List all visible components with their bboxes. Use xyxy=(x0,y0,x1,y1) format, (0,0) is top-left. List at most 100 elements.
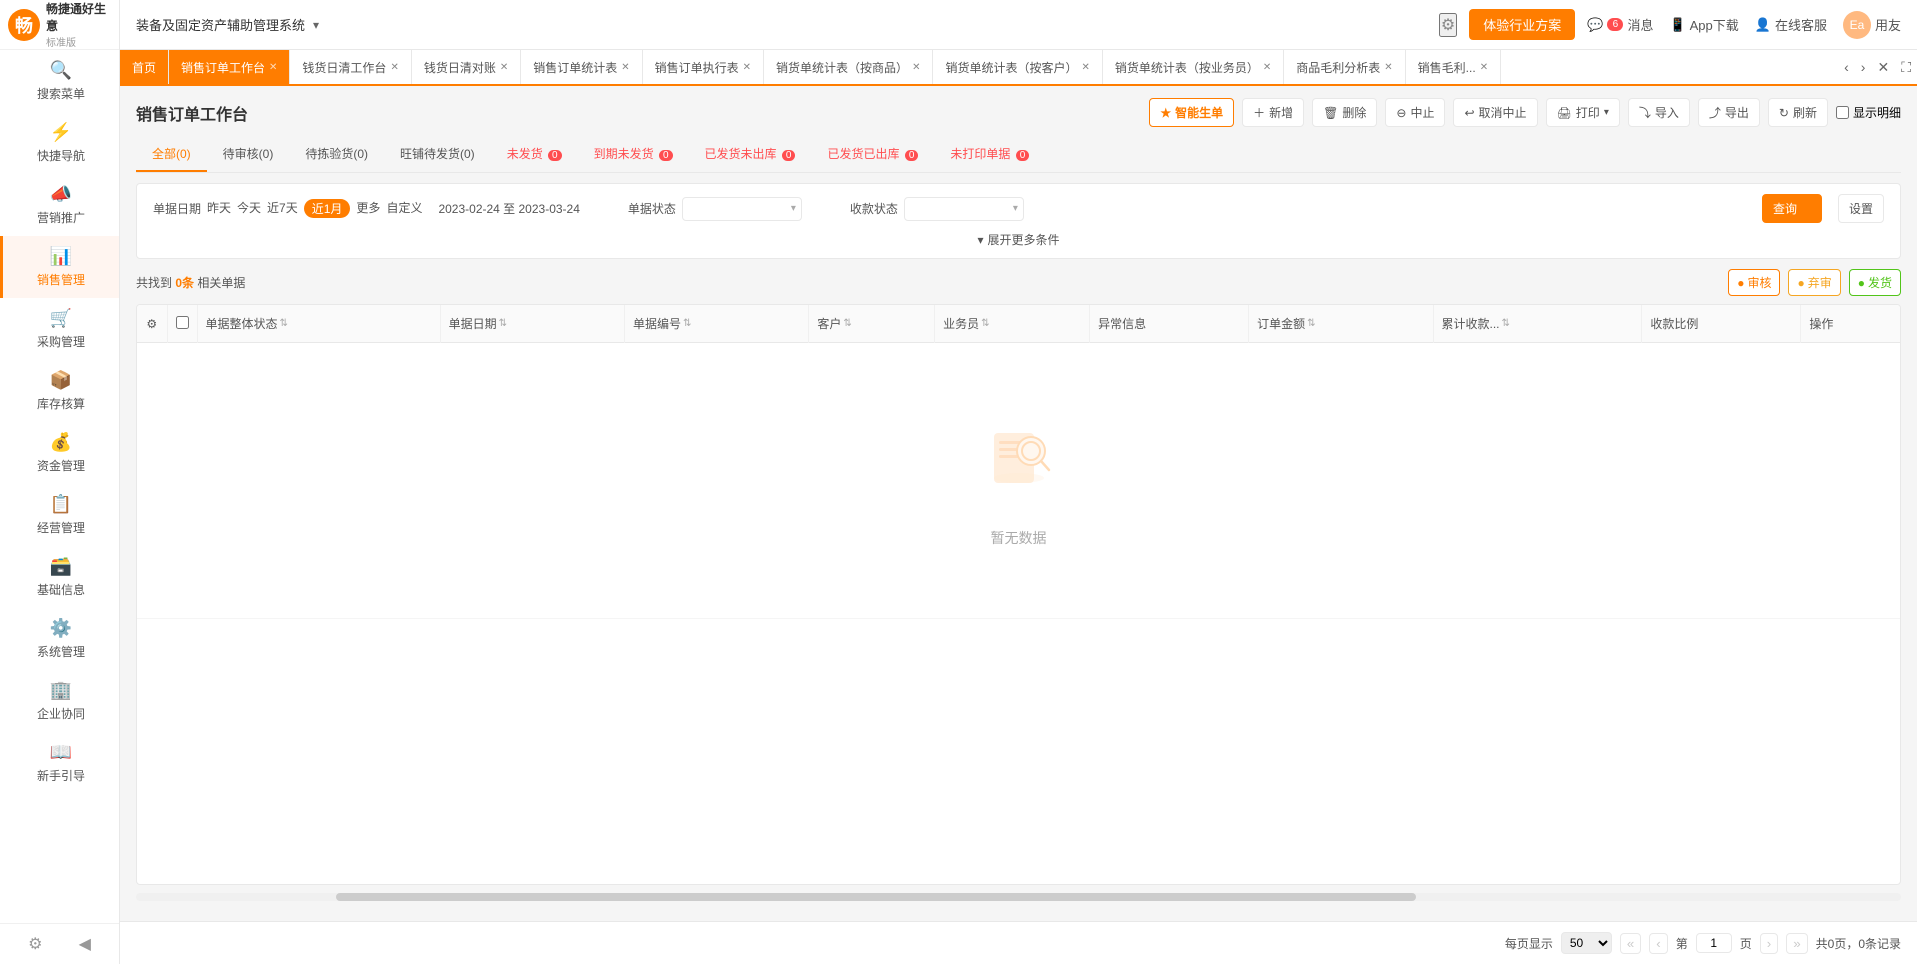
col-date-sort[interactable]: 单据日期 ⇅ xyxy=(449,315,616,332)
subtab-shipped-not-out[interactable]: 已发货未出库 0 xyxy=(689,137,812,172)
tab-sales-stats-close[interactable]: ✕ xyxy=(621,62,629,73)
col-status-sort[interactable]: 单据整体状态 ⇅ xyxy=(206,315,432,332)
tab-cash-reconcile[interactable]: 钱货日清对账 ✕ xyxy=(412,50,521,84)
refresh-button[interactable]: ↻ 刷新 xyxy=(1768,98,1828,127)
sidebar-item-quick-nav[interactable]: ⚡ 快捷导航 xyxy=(0,112,119,174)
sidebar-item-finance[interactable]: 💰 资金管理 xyxy=(0,422,119,484)
stop-button[interactable]: ⊖ 中止 xyxy=(1385,98,1445,127)
delete-button[interactable]: 🗑 删除 xyxy=(1312,98,1377,127)
sidebar-item-inventory[interactable]: 📦 库存核算 xyxy=(0,360,119,422)
sidebar-item-marketing[interactable]: 📣 营销推广 xyxy=(0,174,119,236)
sidebar-item-newbie[interactable]: 📖 新手引导 xyxy=(0,732,119,794)
ship-button[interactable]: ● 发货 xyxy=(1849,269,1901,296)
scrollbar-thumb[interactable] xyxy=(336,893,1416,901)
tab-sales-exec-close[interactable]: ✕ xyxy=(743,62,751,73)
sidebar-item-search[interactable]: 🔍 搜索菜单 xyxy=(0,50,119,112)
tab-sales-summary-staff[interactable]: 销货单统计表（按业务员） ✕ xyxy=(1103,50,1284,84)
subtab-shipped-out[interactable]: 已发货已出库 0 xyxy=(811,137,934,172)
sidebar-item-system[interactable]: ⚙️ 系统管理 xyxy=(0,608,119,670)
last-page-button[interactable]: » xyxy=(1786,933,1807,954)
next-page-button[interactable]: › xyxy=(1760,933,1778,954)
app-download-item[interactable]: 📱 App下载 xyxy=(1669,15,1738,34)
tab-sales-workbench[interactable]: 销售订单工作台 ✕ xyxy=(169,50,290,84)
tab-gross-profit[interactable]: 商品毛利分析表 ✕ xyxy=(1284,50,1405,84)
user-item[interactable]: Ea 用友 xyxy=(1843,11,1901,39)
tab-sales-stats[interactable]: 销售订单统计表 ✕ xyxy=(521,50,642,84)
first-page-button[interactable]: « xyxy=(1620,933,1641,954)
tab-sales-summary-product-close[interactable]: ✕ xyxy=(912,62,920,73)
col-number-sort[interactable]: 单据编号 ⇅ xyxy=(633,315,800,332)
tab-next-button[interactable]: › xyxy=(1855,59,1872,75)
sidebar-collapse-button[interactable]: ◀ xyxy=(79,934,91,954)
tab-sales-gross-close[interactable]: ✕ xyxy=(1480,62,1488,73)
tab-cash-daily[interactable]: 钱货日清工作台 ✕ xyxy=(290,50,411,84)
tab-sales-gross[interactable]: 销售毛利... ✕ xyxy=(1406,50,1501,84)
subtab-wangpu[interactable]: 旺铺待发货(0) xyxy=(384,137,491,172)
col-amount-sort[interactable]: 订单金额 ⇅ xyxy=(1257,315,1424,332)
sidebar-settings-button[interactable]: ⚙ xyxy=(28,934,42,954)
horizontal-scrollbar[interactable] xyxy=(136,893,1901,901)
print-button[interactable]: 🖨 打印 ▾ xyxy=(1546,98,1620,127)
export-button[interactable]: ⤴ 导出 xyxy=(1698,98,1760,127)
sidebar-item-purchase[interactable]: 🛒 采购管理 xyxy=(0,298,119,360)
col-abnormal-label: 异常信息 xyxy=(1098,317,1146,331)
tab-cash-daily-close[interactable]: ✕ xyxy=(390,62,398,73)
subtab-not-printed[interactable]: 未打印单据 0 xyxy=(934,137,1045,172)
tab-sales-summary-customer-close[interactable]: ✕ xyxy=(1081,62,1089,73)
date-option-yesterday[interactable]: 昨天 xyxy=(207,199,231,218)
tab-sales-summary-customer[interactable]: 销货单统计表（按客户） ✕ xyxy=(933,50,1102,84)
industry-solution-button[interactable]: 体验行业方案 xyxy=(1469,9,1575,40)
tab-sales-exec[interactable]: 销售订单执行表 ✕ xyxy=(643,50,764,84)
tab-sales-workbench-close[interactable]: ✕ xyxy=(269,62,277,73)
tab-cash-reconcile-close[interactable]: ✕ xyxy=(500,62,508,73)
online-service-item[interactable]: 👤 在线客服 xyxy=(1755,15,1827,34)
date-option-today[interactable]: 今天 xyxy=(237,199,261,218)
col-staff: 业务员 ⇅ xyxy=(935,305,1090,343)
col-settings-icon[interactable]: ⚙ xyxy=(146,317,157,331)
subtab-expired-not-shipped[interactable]: 到期未发货 0 xyxy=(578,137,689,172)
import-button[interactable]: ⤵ 导入 xyxy=(1628,98,1690,127)
query-button[interactable]: 查询 xyxy=(1762,194,1822,223)
date-option-more[interactable]: 更多 xyxy=(356,199,380,218)
payment-select[interactable] xyxy=(904,197,1024,221)
date-option-custom[interactable]: 自定义 xyxy=(386,199,422,218)
col-staff-sort[interactable]: 业务员 ⇅ xyxy=(943,315,1081,332)
prev-page-button[interactable]: ‹ xyxy=(1649,933,1667,954)
sidebar-item-operation[interactable]: 📋 经营管理 xyxy=(0,484,119,546)
anti-audit-button[interactable]: ● 弃审 xyxy=(1788,269,1840,296)
sidebar-item-sales[interactable]: 📊 销售管理 xyxy=(0,236,119,298)
status-select[interactable] xyxy=(682,197,802,221)
tab-fullscreen-button[interactable]: ⛶ xyxy=(1895,59,1917,76)
message-item[interactable]: 💬 6 消息 xyxy=(1587,15,1653,34)
tab-close-all-button[interactable]: ✕ xyxy=(1871,59,1895,76)
subtab-pending-inspect[interactable]: 待拣验货(0) xyxy=(289,137,384,172)
filter-area: 单据日期 昨天 今天 近7天 近1月 更多 自定义 2023-02-24 至 2… xyxy=(136,183,1901,259)
tab-gross-profit-close[interactable]: ✕ xyxy=(1384,62,1392,73)
date-option-7days[interactable]: 近7天 xyxy=(267,199,298,218)
expand-more-button[interactable]: ▾ 展开更多条件 xyxy=(977,231,1059,248)
tab-sales-summary-product[interactable]: 销货单统计表（按商品） ✕ xyxy=(764,50,933,84)
page-input[interactable] xyxy=(1696,933,1732,953)
sidebar-item-enterprise[interactable]: 🏢 企业协同 xyxy=(0,670,119,732)
show-detail-checkbox[interactable] xyxy=(1836,106,1849,119)
cancel-stop-button[interactable]: ↩ 取消中止 xyxy=(1453,98,1537,127)
date-option-1month[interactable]: 近1月 xyxy=(304,199,351,218)
sidebar-item-basic[interactable]: 🗃️ 基础信息 xyxy=(0,546,119,608)
tab-home[interactable]: 首页 xyxy=(120,50,169,84)
system-dropdown[interactable]: ▾ xyxy=(313,18,319,32)
col-customer-sort[interactable]: 客户 ⇅ xyxy=(817,315,926,332)
filter-settings-button[interactable]: 设置 xyxy=(1838,194,1884,223)
tab-sales-summary-staff-close[interactable]: ✕ xyxy=(1263,62,1271,73)
select-all-checkbox[interactable] xyxy=(176,316,189,329)
smart-create-button[interactable]: ★ 智能生单 xyxy=(1149,98,1234,127)
col-collected-sort[interactable]: 累计收款... ⇅ xyxy=(1442,315,1634,332)
tab-prev-button[interactable]: ‹ xyxy=(1838,59,1855,75)
show-detail-checkbox-label[interactable]: 显示明细 xyxy=(1836,104,1901,121)
subtab-pending-review[interactable]: 待审核(0) xyxy=(207,137,290,172)
subtab-all[interactable]: 全部(0) xyxy=(136,137,207,172)
subtab-not-shipped[interactable]: 未发货 0 xyxy=(491,137,578,172)
topbar-settings-button[interactable]: ⚙ xyxy=(1439,13,1457,37)
audit-button[interactable]: ● 审核 xyxy=(1728,269,1780,296)
per-page-select[interactable]: 10 20 50 100 xyxy=(1561,932,1612,954)
add-button[interactable]: ＋ 新增 xyxy=(1242,98,1304,127)
